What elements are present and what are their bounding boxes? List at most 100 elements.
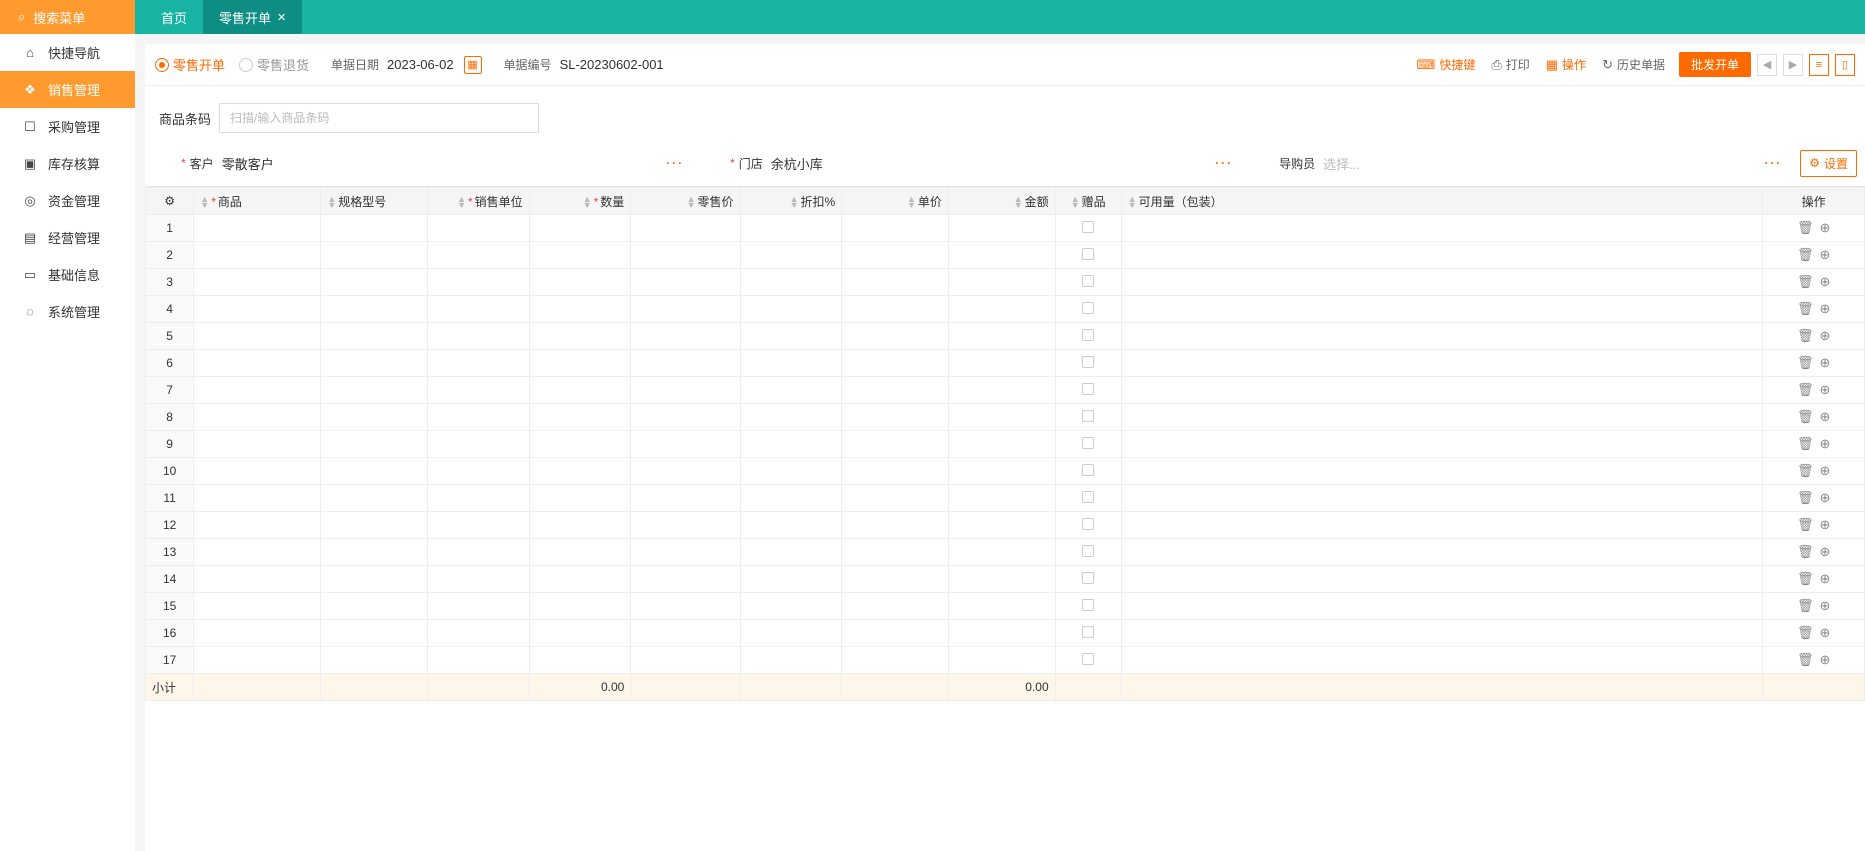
cell-available[interactable] — [1121, 539, 1763, 566]
add-row-icon[interactable]: ⊕ — [1819, 571, 1830, 586]
cell-qty[interactable] — [529, 323, 631, 350]
cell-qty[interactable] — [529, 269, 631, 296]
cell-unit[interactable] — [428, 242, 530, 269]
cell-product[interactable] — [194, 215, 321, 242]
table-row[interactable]: 17🗑⊕ — [146, 647, 1865, 674]
cell-gift[interactable] — [1055, 296, 1121, 323]
dots-icon[interactable]: ··· — [666, 156, 684, 170]
cell-qty[interactable] — [529, 431, 631, 458]
checkbox-icon[interactable] — [1082, 491, 1094, 503]
cell-amount[interactable] — [948, 323, 1055, 350]
cell-disc[interactable] — [740, 350, 842, 377]
cell-price[interactable] — [842, 566, 949, 593]
cell-product[interactable] — [194, 269, 321, 296]
th-gear[interactable]: ⚙ — [146, 188, 194, 215]
cell-product[interactable] — [194, 539, 321, 566]
menu-item-7[interactable]: ◌系统管理 — [0, 293, 135, 330]
cell-product[interactable] — [194, 431, 321, 458]
cell-spec[interactable] — [321, 404, 428, 431]
table-row[interactable]: 13🗑⊕ — [146, 539, 1865, 566]
table-row[interactable]: 8🗑⊕ — [146, 404, 1865, 431]
cell-spec[interactable] — [321, 566, 428, 593]
cell-disc[interactable] — [740, 242, 842, 269]
next-doc-button[interactable]: ▶ — [1783, 54, 1803, 76]
cell-price[interactable] — [842, 431, 949, 458]
menu-item-4[interactable]: ◎资金管理 — [0, 182, 135, 219]
table-row[interactable]: 14🗑⊕ — [146, 566, 1865, 593]
th-disc[interactable]: ▲▼折扣% — [740, 188, 842, 215]
add-row-icon[interactable]: ⊕ — [1819, 436, 1830, 451]
th-spec[interactable]: ▲▼规格型号 — [321, 188, 428, 215]
th-available[interactable]: ▲▼可用量（包装） — [1121, 188, 1763, 215]
shortcut-button[interactable]: ⌨ 快捷键 — [1417, 56, 1476, 73]
table-scroll[interactable]: ⚙ ▲▼*商品 ▲▼规格型号 ▲▼*销售单位 ▲▼*数量 ▲▼零售价 ▲▼折扣%… — [145, 186, 1865, 851]
delete-icon[interactable]: 🗑 — [1797, 463, 1814, 478]
cell-unit[interactable] — [428, 269, 530, 296]
cell-product[interactable] — [194, 296, 321, 323]
cell-gift[interactable] — [1055, 215, 1121, 242]
cell-product[interactable] — [194, 512, 321, 539]
cell-unit[interactable] — [428, 350, 530, 377]
cell-product[interactable] — [194, 593, 321, 620]
add-row-icon[interactable]: ⊕ — [1819, 490, 1830, 505]
table-row[interactable]: 15🗑⊕ — [146, 593, 1865, 620]
tab-0[interactable]: 首页 — [145, 0, 203, 34]
cell-retail[interactable] — [631, 323, 740, 350]
cell-unit[interactable] — [428, 377, 530, 404]
cell-spec[interactable] — [321, 539, 428, 566]
menu-item-5[interactable]: ▤经营管理 — [0, 219, 135, 256]
add-row-icon[interactable]: ⊕ — [1819, 274, 1830, 289]
cell-gift[interactable] — [1055, 242, 1121, 269]
cell-qty[interactable] — [529, 215, 631, 242]
cell-qty[interactable] — [529, 350, 631, 377]
th-unit[interactable]: ▲▼*销售单位 — [428, 188, 530, 215]
operate-button[interactable]: ▦ 操作 — [1546, 56, 1586, 73]
delete-icon[interactable]: 🗑 — [1797, 409, 1814, 424]
cell-disc[interactable] — [740, 593, 842, 620]
cell-price[interactable] — [842, 323, 949, 350]
checkbox-icon[interactable] — [1082, 410, 1094, 422]
cell-available[interactable] — [1121, 242, 1763, 269]
checkbox-icon[interactable] — [1082, 221, 1094, 233]
table-row[interactable]: 5🗑⊕ — [146, 323, 1865, 350]
cell-unit[interactable] — [428, 593, 530, 620]
cell-disc[interactable] — [740, 458, 842, 485]
cell-unit[interactable] — [428, 404, 530, 431]
cell-price[interactable] — [842, 404, 949, 431]
checkbox-icon[interactable] — [1082, 464, 1094, 476]
delete-icon[interactable]: 🗑 — [1797, 328, 1814, 343]
cell-amount[interactable] — [948, 539, 1055, 566]
cell-amount[interactable] — [948, 485, 1055, 512]
cell-gift[interactable] — [1055, 512, 1121, 539]
cell-retail[interactable] — [631, 350, 740, 377]
cell-spec[interactable] — [321, 323, 428, 350]
th-price[interactable]: ▲▼单价 — [842, 188, 949, 215]
add-row-icon[interactable]: ⊕ — [1819, 625, 1830, 640]
dots-icon[interactable]: ··· — [1215, 156, 1233, 170]
cell-qty[interactable] — [529, 566, 631, 593]
cell-retail[interactable] — [631, 404, 740, 431]
cell-spec[interactable] — [321, 350, 428, 377]
delete-icon[interactable]: 🗑 — [1797, 598, 1814, 613]
cell-price[interactable] — [842, 377, 949, 404]
cell-amount[interactable] — [948, 269, 1055, 296]
menu-item-0[interactable]: ⌂快捷导航 — [0, 34, 135, 71]
table-row[interactable]: 3🗑⊕ — [146, 269, 1865, 296]
guide-filter[interactable]: 导购员 选择... ··· — [1251, 154, 1800, 173]
cell-available[interactable] — [1121, 269, 1763, 296]
cell-available[interactable] — [1121, 647, 1763, 674]
cell-price[interactable] — [842, 620, 949, 647]
cell-disc[interactable] — [740, 269, 842, 296]
checkbox-icon[interactable] — [1082, 626, 1094, 638]
customer-filter[interactable]: * 客户 零散客户 ··· — [153, 154, 702, 173]
cell-amount[interactable] — [948, 242, 1055, 269]
add-row-icon[interactable]: ⊕ — [1819, 355, 1830, 370]
cell-gift[interactable] — [1055, 404, 1121, 431]
cell-retail[interactable] — [631, 458, 740, 485]
checkbox-icon[interactable] — [1082, 302, 1094, 314]
cell-gift[interactable] — [1055, 539, 1121, 566]
delete-icon[interactable]: 🗑 — [1797, 274, 1814, 289]
bulk-order-button[interactable]: 批发开单 — [1679, 52, 1751, 77]
checkbox-icon[interactable] — [1082, 518, 1094, 530]
search-menu-button[interactable]: ⌕ 搜索菜单 — [0, 0, 135, 34]
